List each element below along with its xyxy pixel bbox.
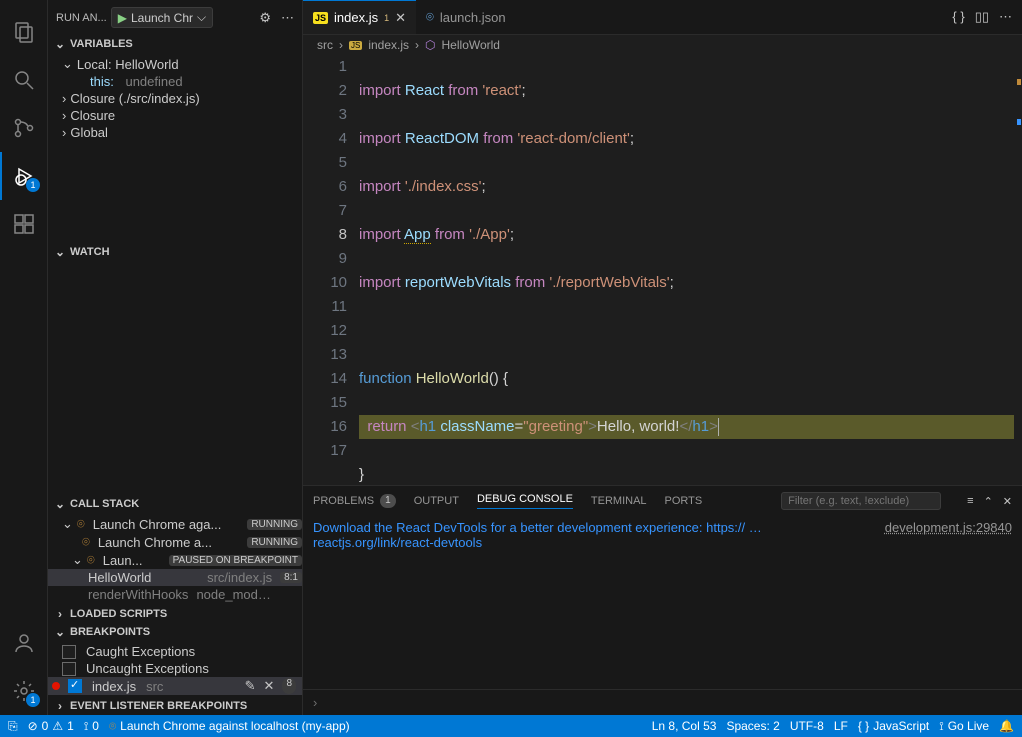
minimap[interactable] xyxy=(1014,55,1022,485)
tab-ports[interactable]: PORTS xyxy=(665,495,703,507)
scope-closure[interactable]: ›Closure xyxy=(48,107,302,124)
breakpoint-dot-icon xyxy=(52,682,60,690)
breakpoints-tree: Caught Exceptions Uncaught Exceptions in… xyxy=(48,641,302,697)
debug-badge: 1 xyxy=(26,178,39,192)
extensions-icon[interactable] xyxy=(0,200,48,248)
event-breakpoints-header[interactable]: ›EVENT LISTENER BREAKPOINTS xyxy=(48,697,302,715)
panel-tabs: PROBLEMS1 OUTPUT DEBUG CONSOLE TERMINAL … xyxy=(303,486,1022,516)
debug-file-icon: ⌾ xyxy=(426,9,434,25)
filter-settings-icon[interactable]: ≡ xyxy=(967,495,973,508)
explorer-icon[interactable] xyxy=(0,8,48,56)
status-bar: ⎘ ⊘0⚠1 ⟟0 ⌾Launch Chrome against localho… xyxy=(0,715,1022,737)
launch-play-icon[interactable]: ▶ xyxy=(118,11,127,25)
watch-header[interactable]: ⌄WATCH xyxy=(48,243,302,261)
chevron-right-icon: › xyxy=(54,699,66,713)
search-icon[interactable] xyxy=(0,56,48,104)
scope-closure-src[interactable]: ›Closure (./src/index.js) xyxy=(48,90,302,107)
close-icon[interactable]: ✕ xyxy=(1003,495,1012,508)
accounts-icon[interactable] xyxy=(0,619,48,667)
chevron-down-icon: ⌵ xyxy=(197,10,206,25)
bp-uncaught[interactable]: Uncaught Exceptions xyxy=(48,660,302,677)
code-body[interactable]: import React from 'react'; import ReactD… xyxy=(359,55,1014,485)
editor-tabs: JSindex.js1✕ ⌾launch.json { } ▯▯ ⋯ xyxy=(303,0,1022,35)
debug-sidebar: RUN AN... ▶ Launch Chr ⌵ ⚙ ⋯ ⌄VARIABLES … xyxy=(48,0,303,715)
tab-output[interactable]: OUTPUT xyxy=(414,495,459,507)
callstack-tree: ⌄⌾Launch Chrome aga...RUNNING ⌾Launch Ch… xyxy=(48,513,302,605)
cs-frame-1[interactable]: HelloWorldsrc/index.js8:1 xyxy=(48,569,302,586)
cs-session-1[interactable]: ⌄⌾Launch Chrome aga...RUNNING xyxy=(48,515,302,533)
chevron-down-icon: ⌄ xyxy=(54,245,66,259)
editor-area: JSindex.js1✕ ⌾launch.json { } ▯▯ ⋯ src› … xyxy=(303,0,1022,715)
status-radio[interactable]: ⟟0 xyxy=(84,719,99,734)
cs-session-2[interactable]: ⌾Launch Chrome a...RUNNING xyxy=(48,533,302,551)
code-editor[interactable]: 1 2 3 4 5 6 7 ▷8 9 10 11 12 13 14 15 16 … xyxy=(303,55,1022,485)
more-icon[interactable]: ⋯ xyxy=(281,10,294,26)
bp-file[interactable]: index.jssrc✎✕8 xyxy=(48,677,302,695)
status-cursor[interactable]: Ln 8, Col 53 xyxy=(652,719,717,733)
tab-launch-json[interactable]: ⌾launch.json xyxy=(416,0,516,34)
checkbox-checked[interactable] xyxy=(68,679,82,693)
debug-console[interactable]: Download the React DevTools for a better… xyxy=(303,516,1022,689)
settings-badge: 1 xyxy=(26,693,39,707)
var-this[interactable]: this: undefined xyxy=(48,73,302,90)
braces-icon[interactable]: { } xyxy=(952,9,964,25)
bottom-panel: PROBLEMS1 OUTPUT DEBUG CONSOLE TERMINAL … xyxy=(303,485,1022,715)
chevron-down-icon: ⌄ xyxy=(54,625,66,639)
cs-thread[interactable]: ⌄⌾Laun...PAUSED ON BREAKPOINT xyxy=(48,551,302,569)
settings-icon[interactable]: 1 xyxy=(0,667,48,715)
source-control-icon[interactable] xyxy=(0,104,48,152)
edit-icon[interactable]: ✎ xyxy=(245,678,256,694)
remote-icon[interactable]: ⎘ xyxy=(8,719,18,734)
tab-terminal[interactable]: TERMINAL xyxy=(591,495,647,507)
tab-debug-console[interactable]: DEBUG CONSOLE xyxy=(477,493,573,509)
filter-input[interactable] xyxy=(781,492,941,510)
status-spaces[interactable]: Spaces: 2 xyxy=(726,719,779,733)
bp-caught[interactable]: Caught Exceptions xyxy=(48,643,302,660)
status-golive[interactable]: ⟟Go Live xyxy=(939,719,989,734)
gear-icon[interactable]: ⚙ xyxy=(259,10,271,26)
more-icon[interactable]: ⋯ xyxy=(999,9,1012,25)
checkbox[interactable] xyxy=(62,662,76,676)
cs-frame-2[interactable]: renderWithHooksnode_mod… xyxy=(48,586,302,603)
scope-global[interactable]: ›Global xyxy=(48,124,302,141)
breakpoints-header[interactable]: ⌄BREAKPOINTS xyxy=(48,623,302,641)
tab-index-js[interactable]: JSindex.js1✕ xyxy=(303,0,416,34)
chevron-down-icon: ⌄ xyxy=(54,37,66,51)
activity-bar: 1 1 xyxy=(0,0,48,715)
tab-problems[interactable]: PROBLEMS1 xyxy=(313,494,396,508)
status-eol[interactable]: LF xyxy=(834,719,848,733)
symbol-function-icon: ⬡ xyxy=(425,38,435,52)
chevron-down-icon: ⌄ xyxy=(54,497,66,511)
checkbox[interactable] xyxy=(62,645,76,659)
debug-icon[interactable]: 1 xyxy=(0,152,48,200)
console-input[interactable]: › xyxy=(303,689,1022,715)
sidebar-title: RUN AN... xyxy=(56,12,107,24)
js-file-icon: JS xyxy=(313,12,328,24)
status-errors[interactable]: ⊘0⚠1 xyxy=(28,719,74,733)
scope-local[interactable]: ⌄Local: HelloWorld xyxy=(48,55,302,73)
sidebar-header: RUN AN... ▶ Launch Chr ⌵ ⚙ ⋯ xyxy=(48,0,302,35)
status-launch[interactable]: ⌾Launch Chrome against localhost (my-app… xyxy=(109,719,350,734)
console-source-link[interactable]: development.js:29840 xyxy=(885,520,1012,535)
close-icon[interactable]: ✕ xyxy=(264,678,275,694)
variables-tree: ⌄Local: HelloWorld this: undefined ›Clos… xyxy=(48,53,302,143)
maximize-icon[interactable]: ⌃ xyxy=(984,495,993,508)
variables-header[interactable]: ⌄VARIABLES xyxy=(48,35,302,53)
chevron-right-icon: › xyxy=(54,607,66,621)
line-gutter: 1 2 3 4 5 6 7 ▷8 9 10 11 12 13 14 15 16 … xyxy=(303,55,359,485)
breadcrumb[interactable]: src› JS index.js› ⬡ HelloWorld xyxy=(303,35,1022,55)
launch-config-select[interactable]: ▶ Launch Chr ⌵ xyxy=(111,7,213,28)
callstack-header[interactable]: ⌄CALL STACK xyxy=(48,495,302,513)
status-lang[interactable]: { }JavaScript xyxy=(858,719,929,733)
status-encoding[interactable]: UTF-8 xyxy=(790,719,824,733)
split-editor-icon[interactable]: ▯▯ xyxy=(975,9,989,25)
close-icon[interactable]: ✕ xyxy=(395,10,406,26)
loaded-scripts-header[interactable]: ›LOADED SCRIPTS xyxy=(48,605,302,623)
launch-config-label: Launch Chr xyxy=(131,11,193,25)
bell-icon[interactable]: 🔔 xyxy=(999,719,1014,733)
